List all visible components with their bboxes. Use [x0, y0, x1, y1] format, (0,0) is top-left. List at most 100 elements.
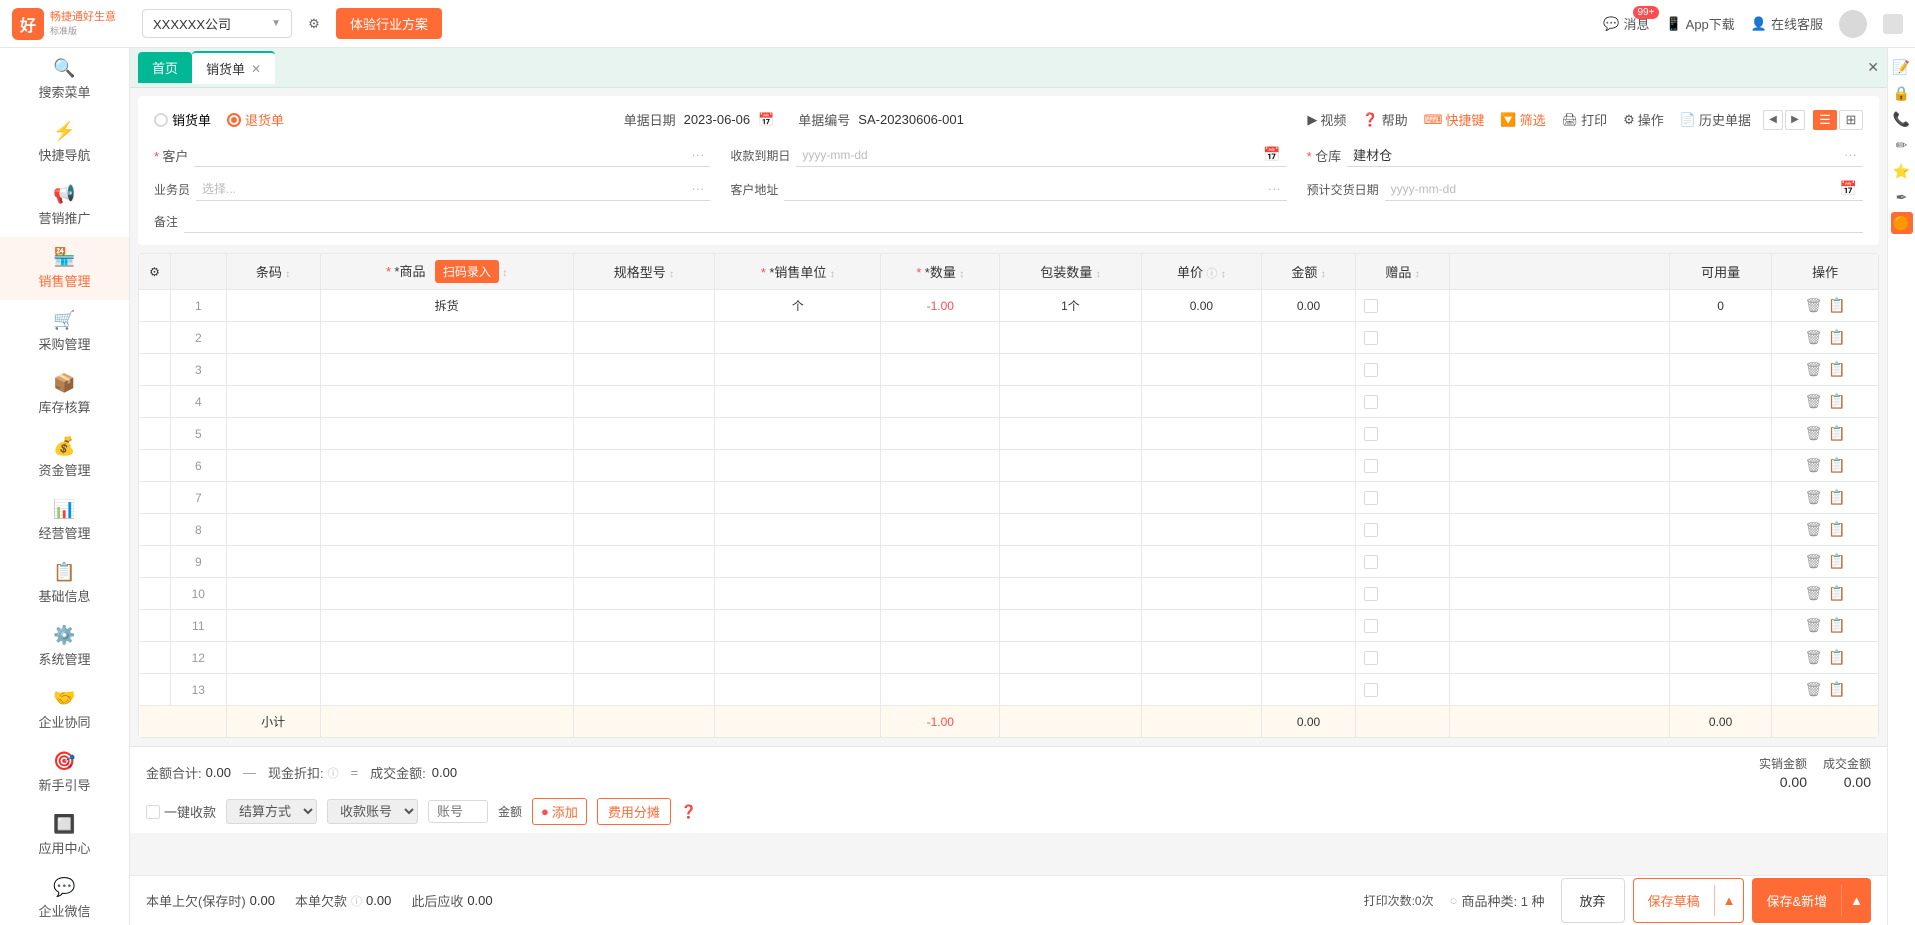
history-button[interactable]: 📄 历史单据 [1676, 108, 1755, 131]
copy-icon[interactable]: 📋 [1828, 553, 1845, 570]
tab-home[interactable]: 首页 [138, 52, 192, 83]
shortcuts-button[interactable]: ⌨ 快捷键 [1420, 108, 1489, 131]
message-button[interactable]: 💬 消息 99+ [1603, 14, 1649, 33]
customer-input[interactable]: ··· [194, 143, 710, 167]
prev-arrow[interactable]: ◀ [1763, 110, 1783, 130]
gift-checkbox[interactable] [1364, 683, 1378, 697]
copy-icon[interactable]: 📋 [1828, 649, 1845, 666]
delete-icon[interactable]: 🗑 [1805, 553, 1823, 570]
copy-icon[interactable]: 📋 [1828, 393, 1845, 410]
right-sidebar-notes[interactable]: 📝 [1891, 56, 1913, 78]
payment-due-input[interactable]: yyyy-mm-dd 📅 [796, 143, 1286, 167]
copy-icon[interactable]: 📋 [1828, 585, 1845, 602]
gift-checkbox[interactable] [1364, 587, 1378, 601]
gift-checkbox[interactable] [1364, 491, 1378, 505]
warehouse-input[interactable]: 建材仓 ··· [1347, 143, 1863, 167]
filter-button[interactable]: 🔽 筛选 [1496, 108, 1549, 131]
delete-icon[interactable]: 🗑 [1805, 329, 1823, 346]
tab-sales-order[interactable]: 销货单 ✕ [192, 51, 275, 84]
save-draft-button[interactable]: 保存草稿 ▲ [1633, 878, 1745, 923]
gift-checkbox[interactable] [1364, 651, 1378, 665]
delete-icon[interactable]: 🗑 [1805, 649, 1823, 666]
calendar-icon[interactable]: 📅 [758, 112, 774, 128]
expected-delivery-input[interactable]: yyyy-mm-dd 📅 [1385, 177, 1863, 201]
gift-checkbox[interactable] [1364, 523, 1378, 537]
gift-checkbox[interactable] [1364, 427, 1378, 441]
account-select[interactable]: 收款账号 [327, 799, 418, 824]
sidebar-item-system[interactable]: ⚙️ 系统管理 [0, 615, 129, 678]
video-button[interactable]: ▶ 视频 [1303, 108, 1350, 131]
sidebar-item-marketing[interactable]: 📢 营销推广 [0, 174, 129, 237]
delete-icon[interactable]: 🗑 [1805, 425, 1823, 442]
save-new-button[interactable]: 保存&新增 ▲ [1752, 878, 1871, 923]
copy-icon[interactable]: 📋 [1828, 617, 1845, 634]
help-button[interactable]: ❓ 帮助 [1358, 108, 1411, 131]
gift-checkbox[interactable] [1364, 459, 1378, 473]
delete-icon[interactable]: 🗑 [1805, 393, 1823, 410]
discount-info-icon[interactable]: ⓘ [328, 765, 339, 781]
industry-button[interactable]: 体验行业方案 [336, 8, 442, 39]
sidebar-item-management[interactable]: 📊 经营管理 [0, 489, 129, 552]
delete-icon[interactable]: 🗑 [1805, 617, 1823, 634]
gift-checkbox[interactable] [1364, 555, 1378, 569]
right-sidebar-active[interactable]: 🟠 [1891, 212, 1913, 234]
sidebar-item-search[interactable]: 🔍 搜索菜单 [0, 48, 129, 111]
right-sidebar-pen[interactable]: ✒ [1891, 186, 1913, 208]
copy-icon[interactable]: 📋 [1828, 489, 1845, 506]
delete-icon[interactable]: 🗑 [1805, 297, 1823, 314]
next-arrow[interactable]: ▶ [1785, 110, 1805, 130]
sidebar-item-wxwork[interactable]: 💬 企业微信 [0, 867, 129, 925]
copy-icon[interactable]: 📋 [1828, 425, 1845, 442]
gift-checkbox[interactable] [1364, 331, 1378, 345]
grid-view-button[interactable]: ⊞ [1839, 110, 1863, 130]
save-new-arrow-icon[interactable]: ▲ [1842, 887, 1871, 914]
add-button[interactable]: ● 添加 [532, 798, 587, 825]
gift-checkbox[interactable] [1364, 619, 1378, 633]
radio-sales-order[interactable]: 销货单 [154, 110, 211, 129]
fee-split-button[interactable]: 费用分摊 [597, 798, 671, 825]
sidebar-item-basic-info[interactable]: 📋 基础信息 [0, 552, 129, 615]
remarks-input[interactable] [184, 209, 1863, 233]
copy-icon[interactable]: 📋 [1828, 297, 1845, 314]
discard-button[interactable]: 放弃 [1561, 878, 1625, 923]
unit-price-info-icon[interactable]: ⓘ [1206, 268, 1217, 280]
sidebar-item-finance[interactable]: 💰 资金管理 [0, 426, 129, 489]
print-button[interactable]: 🖨 打印 [1558, 108, 1612, 131]
app-download-button[interactable]: 📱 App下载 [1665, 14, 1734, 33]
gift-checkbox[interactable] [1364, 299, 1378, 313]
close-all-tabs-icon[interactable]: ✕ [1867, 59, 1879, 76]
avatar-dropdown[interactable] [1883, 14, 1903, 34]
sidebar-item-appcenter[interactable]: 🔲 应用中心 [0, 804, 129, 867]
one-click-checkbox[interactable] [146, 805, 160, 819]
th-settings[interactable]: ⚙ [139, 254, 171, 290]
sidebar-item-purchase[interactable]: 🛒 采购管理 [0, 300, 129, 363]
sidebar-item-guide[interactable]: 🎯 新手引导 [0, 741, 129, 804]
right-sidebar-lock[interactable]: 🔒 [1891, 82, 1913, 104]
tab-close-icon[interactable]: ✕ [251, 62, 261, 76]
delete-icon[interactable]: 🗑 [1805, 585, 1823, 602]
copy-icon[interactable]: 📋 [1828, 521, 1845, 538]
online-service-button[interactable]: 👤 在线客服 [1751, 14, 1823, 33]
copy-icon[interactable]: 📋 [1828, 457, 1845, 474]
sidebar-item-inventory[interactable]: 📦 库存核算 [0, 363, 129, 426]
operation-button[interactable]: ⚙ 操作 [1619, 108, 1668, 131]
company-selector[interactable]: XXXXXX公司 ▼ [142, 9, 292, 38]
account-number-input[interactable] [428, 800, 488, 823]
save-draft-arrow-icon[interactable]: ▲ [1715, 887, 1744, 914]
copy-icon[interactable]: 📋 [1828, 329, 1845, 346]
list-view-button[interactable]: ☰ [1813, 110, 1837, 130]
sidebar-item-sales[interactable]: 🏪 销售管理 [0, 237, 129, 300]
customer-address-input[interactable]: ··· [784, 177, 1286, 201]
right-sidebar-phone[interactable]: 📞 [1891, 108, 1913, 130]
right-sidebar-edit[interactable]: ✏ [1891, 134, 1913, 156]
delete-icon[interactable]: 🗑 [1805, 457, 1823, 474]
gift-checkbox[interactable] [1364, 363, 1378, 377]
gift-checkbox[interactable] [1364, 395, 1378, 409]
delete-icon[interactable]: 🗑 [1805, 521, 1823, 538]
salesperson-input[interactable]: 选择... ··· [196, 177, 710, 201]
avatar[interactable] [1839, 10, 1867, 38]
radio-return-order[interactable]: 退货单 [227, 110, 284, 129]
settlement-method-select[interactable]: 结算方式 [226, 799, 317, 824]
right-sidebar-star[interactable]: ⭐ [1891, 160, 1913, 182]
settings-icon[interactable]: ⚙ [300, 10, 328, 38]
